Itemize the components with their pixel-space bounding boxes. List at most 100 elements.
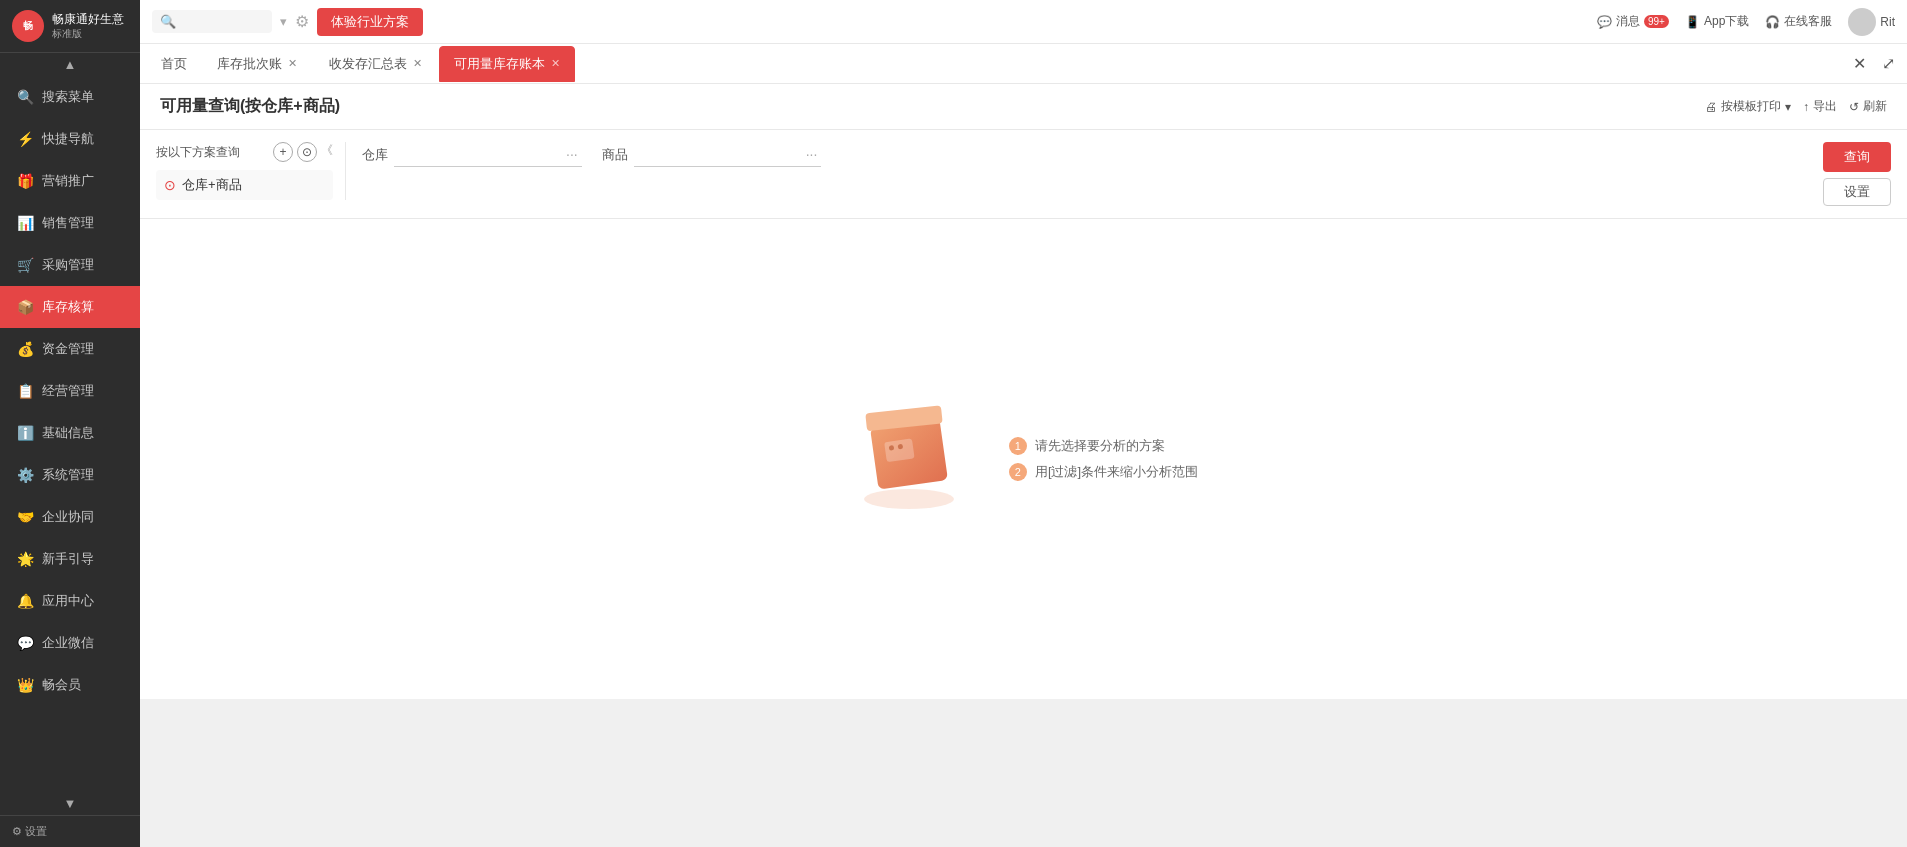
sidebar-item-operation[interactable]: 📋 经营管理 (0, 370, 140, 412)
scheme-settings-button[interactable]: ⊙ (297, 142, 317, 162)
filter-fields: 仓库 ··· 商品 ··· (362, 142, 1807, 167)
filter-area: 按以下方案查询 + ⊙ 《 ⊙ 仓库+商品 仓库 (140, 130, 1907, 219)
empty-tip-1: 1 请先选择要分析的方案 (1009, 437, 1198, 455)
collapse-button[interactable]: 《 (321, 142, 333, 162)
sidebar-subtitle: 标准版 (52, 27, 124, 41)
tab-fullscreen-button[interactable]: ⤢ (1878, 50, 1899, 77)
warehouse-input[interactable] (398, 147, 566, 162)
tab-collect-summary[interactable]: 收发存汇总表 ✕ (314, 46, 437, 82)
goods-label: 商品 (602, 146, 628, 164)
basic-icon: ℹ️ (16, 424, 34, 442)
goods-filter-field: 商品 ··· (602, 142, 822, 167)
illustration-box (870, 418, 948, 489)
corp-icon: 🤝 (16, 508, 34, 526)
apps-icon: 🔔 (16, 592, 34, 610)
sidebar-header: 畅 畅康通好生意 标准版 (0, 0, 140, 53)
operation-icon: 📋 (16, 382, 34, 400)
filter-settings-button[interactable]: 设置 (1823, 178, 1891, 206)
sidebar-logo: 畅 (12, 10, 44, 42)
search-icon: 🔍 (16, 88, 34, 106)
sidebar-title: 畅康通好生意 (52, 11, 124, 28)
sidebar-item-sales[interactable]: 📊 销售管理 (0, 202, 140, 244)
tab-available-ledger[interactable]: 可用量库存账本 ✕ (439, 46, 575, 82)
warehouse-filter-field: 仓库 ··· (362, 142, 582, 167)
sidebar-footer[interactable]: ⚙ 设置 (0, 815, 140, 847)
tab-close-all-button[interactable]: ✕ (1849, 50, 1870, 77)
sidebar-scroll-down[interactable]: ▼ (0, 792, 140, 815)
search-input[interactable] (180, 15, 260, 29)
goods-input-wrapper[interactable]: ··· (634, 142, 822, 167)
print-icon: 🖨 (1705, 100, 1717, 114)
tip-text-2: 用[过滤]条件来缩小分析范围 (1035, 463, 1198, 481)
goods-input[interactable] (638, 147, 806, 162)
refresh-button[interactable]: ↺ 刷新 (1849, 98, 1887, 115)
scheme-label: 按以下方案查询 (156, 144, 240, 161)
tab-close-available-ledger[interactable]: ✕ (551, 57, 560, 70)
purchase-icon: 🛒 (16, 256, 34, 274)
headset-icon: 🎧 (1765, 15, 1780, 29)
system-icon: ⚙️ (16, 466, 34, 484)
refresh-icon: ↺ (1849, 100, 1859, 114)
message-button[interactable]: 💬 消息 99+ (1597, 13, 1669, 30)
settings-icon[interactable]: ⚙ (295, 12, 309, 31)
sidebar: 畅 畅康通好生意 标准版 ▲ 🔍 搜索菜单 ⚡ 快捷导航 🎁 营销推广 📊 销售… (0, 0, 140, 847)
export-button[interactable]: ↑ 导出 (1803, 98, 1837, 115)
sales-icon: 📊 (16, 214, 34, 232)
industry-solution-button[interactable]: 体验行业方案 (317, 8, 423, 36)
sidebar-item-basic[interactable]: ℹ️ 基础信息 (0, 412, 140, 454)
filter-scheme-header: 按以下方案查询 + ⊙ 《 (156, 142, 333, 162)
add-scheme-button[interactable]: + (273, 142, 293, 162)
warehouse-more-icon[interactable]: ··· (566, 146, 578, 162)
empty-tip-2: 2 用[过滤]条件来缩小分析范围 (1009, 463, 1198, 481)
sidebar-item-marketing[interactable]: 🎁 营销推广 (0, 160, 140, 202)
empty-illustration (849, 399, 969, 519)
empty-state: 1 请先选择要分析的方案 2 用[过滤]条件来缩小分析范围 (849, 399, 1198, 519)
tab-batch-account[interactable]: 库存批次账 ✕ (202, 46, 312, 82)
sidebar-item-apps[interactable]: 🔔 应用中心 (0, 580, 140, 622)
tab-close-batch-account[interactable]: ✕ (288, 57, 297, 70)
sidebar-item-corp[interactable]: 🤝 企业协同 (0, 496, 140, 538)
topbar-right: 💬 消息 99+ 📱 App下载 🎧 在线客服 Rit (1597, 8, 1895, 36)
user-profile[interactable]: Rit (1848, 8, 1895, 36)
search-icon: 🔍 (160, 14, 176, 29)
tabs-bar: 首页 库存批次账 ✕ 收发存汇总表 ✕ 可用量库存账本 ✕ ✕ ⤢ (140, 44, 1907, 84)
sidebar-item-shortcut[interactable]: ⚡ 快捷导航 (0, 118, 140, 160)
print-dropdown-icon[interactable]: ▾ (1785, 100, 1791, 114)
filter-scheme-panel: 按以下方案查询 + ⊙ 《 ⊙ 仓库+商品 (156, 142, 346, 200)
tab-close-collect-summary[interactable]: ✕ (413, 57, 422, 70)
main-area: 🔍 ▾ ⚙ 体验行业方案 💬 消息 99+ 📱 App下载 🎧 在线客服 Rit (140, 0, 1907, 847)
scheme-item-warehouse-goods[interactable]: ⊙ 仓库+商品 (156, 170, 333, 200)
topbar-search-box[interactable]: 🔍 (152, 10, 272, 33)
sidebar-scroll-up[interactable]: ▲ (0, 53, 140, 76)
app-download-icon: 📱 (1685, 15, 1700, 29)
scheme-actions: + ⊙ 《 (273, 142, 333, 162)
sidebar-item-purchase[interactable]: 🛒 采购管理 (0, 244, 140, 286)
print-button[interactable]: 🖨 按模板打印 ▾ (1705, 98, 1791, 115)
illustration-lid (865, 405, 942, 431)
newbie-icon: 🌟 (16, 550, 34, 568)
sidebar-item-system[interactable]: ⚙️ 系统管理 (0, 454, 140, 496)
tabs-right-controls: ✕ ⤢ (1849, 50, 1899, 77)
query-button[interactable]: 查询 (1823, 142, 1891, 172)
sidebar-item-inventory[interactable]: 📦 库存核算 (0, 286, 140, 328)
app-download-button[interactable]: 📱 App下载 (1685, 13, 1749, 30)
marketing-icon: 🎁 (16, 172, 34, 190)
sidebar-item-wechat[interactable]: 💬 企业微信 (0, 622, 140, 664)
inventory-icon: 📦 (16, 298, 34, 316)
sidebar-item-search[interactable]: 🔍 搜索菜单 (0, 76, 140, 118)
sidebar-item-finance[interactable]: 💰 资金管理 (0, 328, 140, 370)
warehouse-input-wrapper[interactable]: ··· (394, 142, 582, 167)
empty-tips: 1 请先选择要分析的方案 2 用[过滤]条件来缩小分析范围 (1009, 437, 1198, 481)
filter-actions: 查询 设置 (1823, 142, 1891, 206)
empty-state-container: 1 请先选择要分析的方案 2 用[过滤]条件来缩小分析范围 (140, 219, 1907, 699)
page-header-actions: 🖨 按模板打印 ▾ ↑ 导出 ↺ 刷新 (1705, 98, 1887, 115)
tip-text-1: 请先选择要分析的方案 (1035, 437, 1165, 455)
topbar-dropdown-arrow[interactable]: ▾ (280, 14, 287, 29)
sidebar-item-newbie[interactable]: 🌟 新手引导 (0, 538, 140, 580)
goods-more-icon[interactable]: ··· (806, 146, 818, 162)
page-header: 可用量查询(按仓库+商品) 🖨 按模板打印 ▾ ↑ 导出 ↺ 刷新 (140, 84, 1907, 130)
tab-home[interactable]: 首页 (148, 46, 200, 82)
sidebar-item-member[interactable]: 👑 畅会员 (0, 664, 140, 706)
tip-number-1: 1 (1009, 437, 1027, 455)
online-service-button[interactable]: 🎧 在线客服 (1765, 13, 1832, 30)
